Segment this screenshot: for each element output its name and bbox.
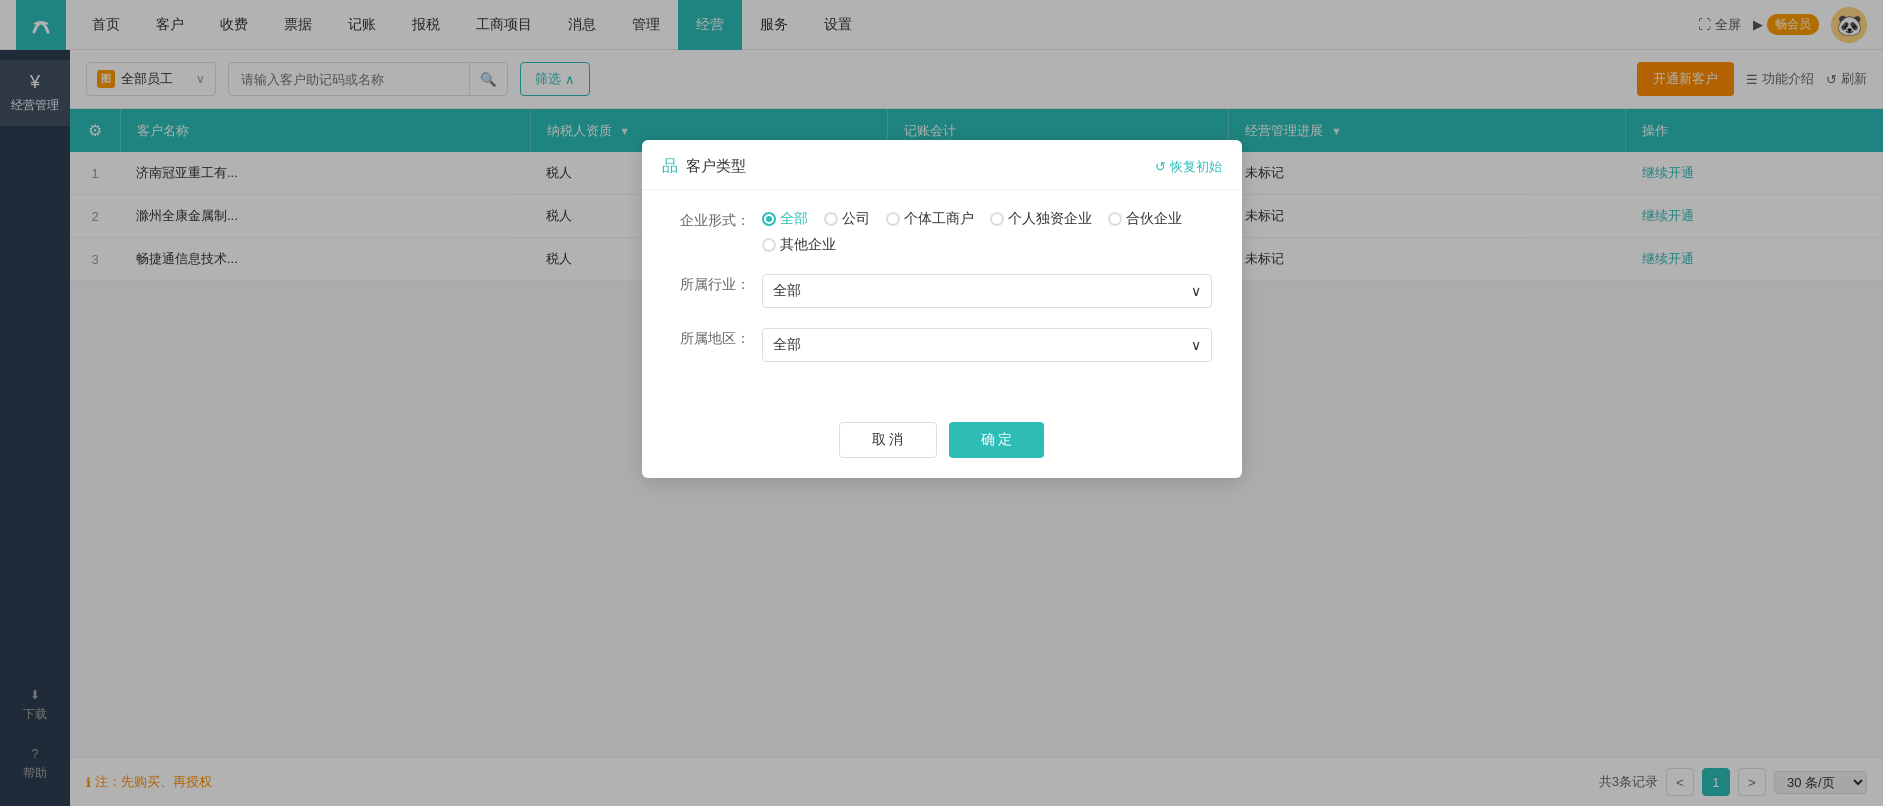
enterprise-form-row: 企业形式： 全部公司个体工商户个人独资企业合伙企业其他企业	[672, 210, 1212, 254]
cancel-button[interactable]: 取 消	[839, 422, 937, 458]
industry-select[interactable]: 全部 ∨	[762, 274, 1212, 308]
enterprise-option[interactable]: 全部	[762, 210, 808, 228]
modal-overlay: 品 客户类型 ↺ 恢复初始 企业形式： 全部公司个体工商户个人独资企业合伙企业其…	[0, 0, 1883, 806]
industry-label: 所属行业：	[672, 274, 762, 294]
enterprise-option[interactable]: 其他企业	[762, 236, 836, 254]
region-content: 全部 ∨	[762, 328, 1212, 362]
modal-header: 品 客户类型 ↺ 恢复初始	[642, 140, 1242, 190]
modal-title: 客户类型	[686, 157, 746, 176]
industry-form-row: 所属行业： 全部 ∨	[672, 274, 1212, 308]
modal-icon: 品	[662, 156, 678, 177]
restore-button[interactable]: ↺ 恢复初始	[1155, 158, 1222, 176]
radio-dot	[1108, 212, 1122, 226]
enterprise-option[interactable]: 合伙企业	[1108, 210, 1182, 228]
industry-content: 全部 ∨	[762, 274, 1212, 308]
radio-dot	[990, 212, 1004, 226]
region-form-row: 所属地区： 全部 ∨	[672, 328, 1212, 362]
restore-icon: ↺	[1155, 159, 1166, 174]
modal-title-row: 品 客户类型	[662, 156, 746, 177]
enterprise-option[interactable]: 公司	[824, 210, 870, 228]
enterprise-option[interactable]: 个体工商户	[886, 210, 974, 228]
enterprise-option[interactable]: 个人独资企业	[990, 210, 1092, 228]
modal-body: 企业形式： 全部公司个体工商户个人独资企业合伙企业其他企业 所属行业： 全部 ∨…	[642, 190, 1242, 406]
chevron-down-icon: ∨	[1191, 337, 1201, 353]
radio-dot	[762, 238, 776, 252]
confirm-button[interactable]: 确 定	[949, 422, 1045, 458]
enterprise-options: 全部公司个体工商户个人独资企业合伙企业其他企业	[762, 210, 1212, 254]
chevron-down-icon: ∨	[1191, 283, 1201, 299]
region-select[interactable]: 全部 ∨	[762, 328, 1212, 362]
modal-footer: 取 消 确 定	[642, 406, 1242, 478]
enterprise-form-label: 企业形式：	[672, 210, 762, 230]
region-label: 所属地区：	[672, 328, 762, 348]
filter-modal: 品 客户类型 ↺ 恢复初始 企业形式： 全部公司个体工商户个人独资企业合伙企业其…	[642, 140, 1242, 478]
radio-dot	[824, 212, 838, 226]
radio-dot	[762, 212, 776, 226]
radio-dot	[886, 212, 900, 226]
